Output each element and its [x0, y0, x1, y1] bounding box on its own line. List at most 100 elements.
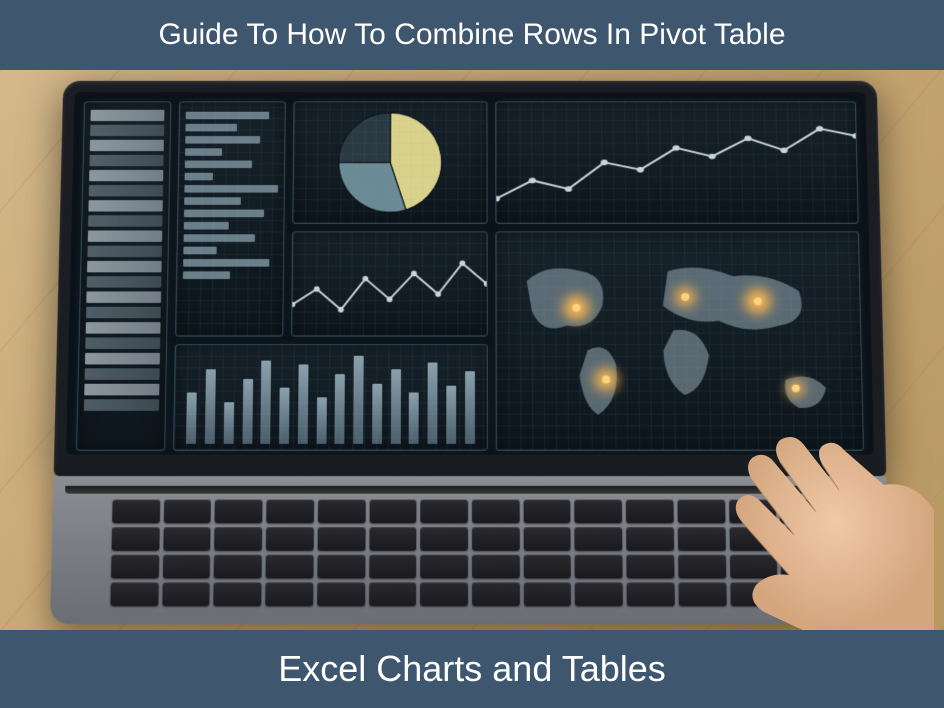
- key: [369, 500, 417, 524]
- key: [626, 527, 674, 551]
- laptop-keyboard-deck: [50, 476, 890, 624]
- vbar: [372, 383, 382, 444]
- table-row: [84, 399, 159, 411]
- table-row: [88, 230, 163, 241]
- hbar: [184, 197, 240, 205]
- key: [111, 555, 159, 579]
- table-row: [87, 246, 162, 257]
- line-chart-top-panel: [495, 101, 858, 223]
- key: [575, 555, 623, 579]
- table-row: [88, 215, 162, 226]
- vbar: [242, 379, 253, 444]
- dashboard-screen: [66, 92, 874, 455]
- table-row: [88, 200, 162, 211]
- vbar: [409, 393, 419, 444]
- hbar: [185, 161, 252, 169]
- key: [266, 500, 314, 524]
- header-title: Guide To How To Combine Rows In Pivot Ta…: [159, 18, 786, 52]
- laptop-screen-bezel: MacBook: [54, 81, 887, 476]
- laptop: MacBook: [50, 81, 890, 624]
- line-chart-icon: [292, 232, 487, 335]
- table-row: [89, 155, 163, 166]
- vbar: [390, 369, 400, 443]
- vbar: [223, 402, 233, 444]
- key: [317, 582, 365, 606]
- key: [523, 500, 571, 524]
- key: [729, 527, 777, 551]
- key: [472, 527, 520, 551]
- key: [678, 582, 726, 606]
- vbar: [353, 356, 363, 444]
- key: [730, 582, 778, 606]
- key: [163, 555, 211, 579]
- key: [420, 527, 468, 551]
- key: [215, 500, 263, 524]
- vbar: [316, 397, 326, 444]
- table-row: [86, 322, 161, 334]
- vbar: [205, 369, 216, 443]
- table-row: [90, 140, 164, 151]
- hbar: [184, 234, 255, 242]
- key: [780, 500, 828, 524]
- key: [575, 527, 623, 551]
- world-map-icon: [496, 232, 863, 449]
- key: [214, 555, 262, 579]
- hbar: [186, 112, 270, 119]
- vbar: [186, 393, 197, 444]
- table-row: [89, 170, 163, 181]
- key: [627, 582, 675, 606]
- key: [420, 582, 468, 606]
- world-map-panel: [495, 231, 864, 450]
- table-row: [90, 110, 164, 121]
- keyboard: [110, 500, 829, 607]
- key: [369, 582, 417, 606]
- line-chart-mid-panel: [291, 231, 488, 336]
- key: [369, 555, 417, 579]
- key: [627, 555, 675, 579]
- table-row: [85, 337, 160, 349]
- key: [472, 555, 520, 579]
- footer-banner: Excel Charts and Tables: [0, 630, 944, 708]
- key: [678, 527, 726, 551]
- header-banner: Guide To How To Combine Rows In Pivot Ta…: [0, 0, 944, 70]
- pie-chart-panel: [292, 101, 487, 223]
- hbar: [184, 210, 264, 218]
- key: [782, 582, 830, 606]
- laptop-hinge: [65, 486, 875, 494]
- key: [164, 500, 212, 524]
- hbar-chart-panel: [175, 101, 286, 336]
- hbar: [183, 247, 216, 255]
- vbar: [279, 388, 289, 444]
- key: [524, 582, 572, 606]
- table-row: [89, 185, 163, 196]
- vbar: [298, 365, 309, 444]
- pie-chart-icon: [336, 111, 444, 215]
- key: [421, 500, 468, 524]
- line-chart-icon: [496, 102, 858, 223]
- hbar: [184, 185, 278, 193]
- key: [317, 555, 365, 579]
- table-row: [90, 125, 164, 136]
- key: [781, 555, 829, 579]
- key: [266, 555, 314, 579]
- table-row: [86, 307, 161, 319]
- key: [317, 527, 365, 551]
- key: [420, 555, 468, 579]
- key: [162, 582, 210, 606]
- hbar: [185, 148, 222, 156]
- key: [729, 500, 777, 524]
- vbar: [446, 386, 456, 444]
- key: [730, 555, 778, 579]
- vbar: [261, 360, 272, 444]
- table-panel: [76, 101, 171, 450]
- table-row: [87, 261, 162, 272]
- key: [678, 555, 726, 579]
- key: [110, 582, 158, 606]
- key: [265, 582, 313, 606]
- key: [112, 500, 160, 524]
- key: [472, 582, 520, 606]
- footer-title: Excel Charts and Tables: [278, 648, 666, 690]
- key: [318, 500, 366, 524]
- key: [575, 500, 623, 524]
- key: [163, 527, 211, 551]
